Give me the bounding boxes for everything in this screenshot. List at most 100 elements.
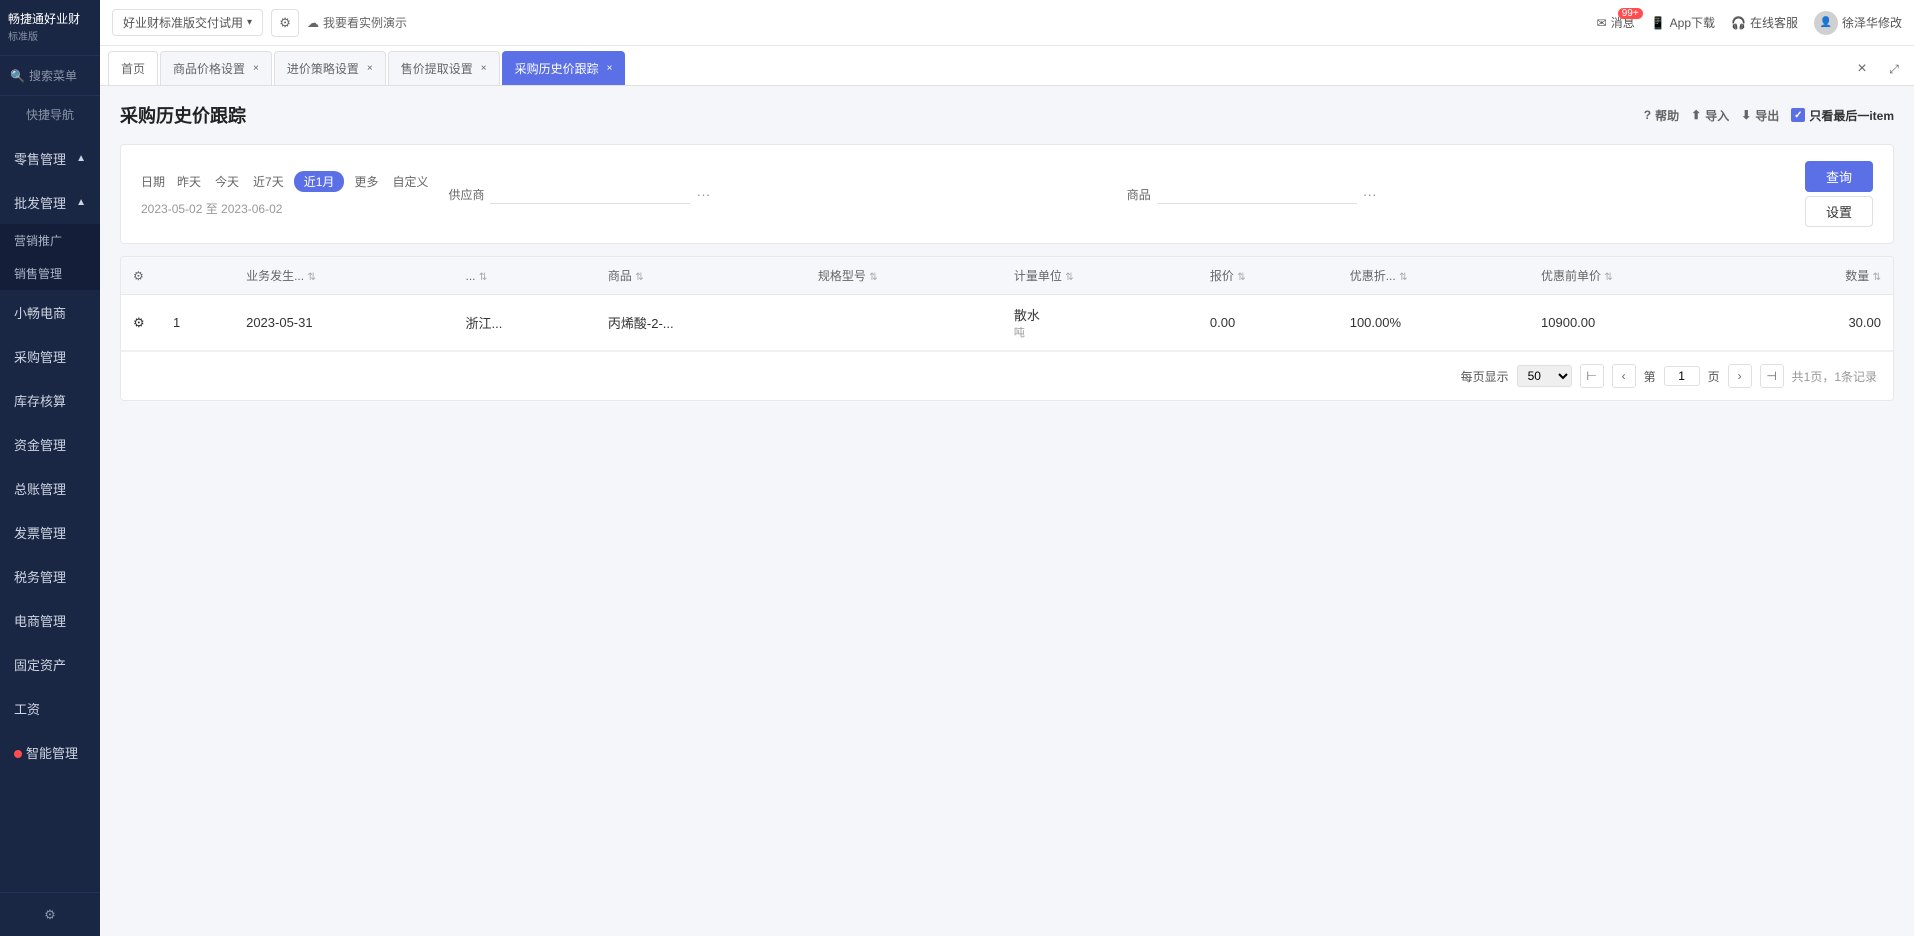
app-download-btn[interactable]: 📱 App下载 — [1651, 14, 1715, 31]
date-last7days[interactable]: 近7天 — [249, 171, 288, 192]
date-more[interactable]: 更多 — [350, 171, 382, 192]
tab-price-extract-close[interactable]: × — [481, 63, 487, 74]
tab-purchase-strategy-close[interactable]: × — [367, 63, 373, 74]
sort-dots[interactable]: ⇅ — [479, 272, 487, 283]
demo-button[interactable]: ☁ 我要看实例演示 — [307, 14, 407, 31]
sort-quantity[interactable]: ⇅ — [1873, 272, 1881, 283]
prev-page-btn[interactable]: ‹ — [1612, 364, 1636, 388]
help-icon: ? — [1644, 108, 1651, 122]
row-spec — [806, 295, 1002, 351]
tab-purchase-history[interactable]: 采购历史价跟踪 × — [502, 51, 626, 85]
sort-discount[interactable]: ⇅ — [1399, 272, 1407, 283]
checkbox-icon — [1791, 108, 1805, 122]
sidebar-item-purchase[interactable]: 采购管理 — [0, 334, 100, 378]
online-service-btn[interactable]: 🎧 在线客服 — [1731, 14, 1798, 31]
row-no: 1 — [161, 295, 234, 351]
row-unit: 散水吨 — [1002, 295, 1198, 351]
sidebar-item-invoice[interactable]: 发票管理 — [0, 510, 100, 554]
supplier-dots-btn[interactable]: ··· — [696, 186, 710, 202]
sidebar-search[interactable]: 🔍 搜索菜单 — [0, 56, 100, 96]
first-page-btn[interactable]: ⊢ — [1580, 364, 1604, 388]
messages-btn[interactable]: ✉ 消息 99+ — [1597, 14, 1635, 31]
table-header: ⚙ 业务发生... ⇅ ... ⇅ 商品 ⇅ — [121, 257, 1893, 295]
sidebar-gear-btn[interactable]: ⚙ — [0, 892, 100, 936]
settings-button[interactable]: 设置 — [1805, 196, 1873, 227]
sidebar-item-wholesale[interactable]: 批发管理 ▲ — [0, 180, 100, 224]
date-custom[interactable]: 自定义 — [388, 171, 432, 192]
sidebar-item-ecommerce-small[interactable]: 小畅电商 — [0, 290, 100, 334]
date-yesterday[interactable]: 昨天 — [173, 171, 205, 192]
table-header-row: ⚙ 业务发生... ⇅ ... ⇅ 商品 ⇅ — [121, 257, 1893, 295]
row-gear[interactable]: ⚙ — [121, 295, 161, 351]
smart-dot — [14, 750, 22, 758]
sidebar-item-tax[interactable]: 税务管理 — [0, 554, 100, 598]
data-table: ⚙ 业务发生... ⇅ ... ⇅ 商品 ⇅ — [121, 257, 1893, 351]
sidebar-item-sales[interactable]: 销售管理 — [0, 257, 100, 290]
tab-home[interactable]: 首页 — [108, 51, 158, 85]
tab-price-setting-close[interactable]: × — [253, 63, 259, 74]
page-title-actions: ? 帮助 ⬆ 导入 ⬇ 导出 只看最后一item — [1644, 107, 1894, 124]
sidebar-item-inventory[interactable]: 库存核算 — [0, 378, 100, 422]
sidebar-item-marketing[interactable]: 营销推广 — [0, 224, 100, 257]
query-button[interactable]: 查询 — [1805, 161, 1873, 192]
page-input[interactable] — [1664, 366, 1700, 386]
tab-price-setting[interactable]: 商品价格设置 × — [160, 51, 272, 85]
last-page-btn[interactable]: ⊣ — [1760, 364, 1784, 388]
pagination: 每页显示 10 20 50 100 ⊢ ‹ 第 页 › ⊣ 共1页，1条记录 — [121, 351, 1893, 400]
gear-icon[interactable]: ⚙ — [133, 269, 144, 283]
avatar: 👤 — [1814, 11, 1838, 35]
sort-product[interactable]: ⇅ — [635, 272, 643, 283]
table-body: ⚙ 1 2023-05-31 浙江... 丙烯酸-2-... 散水吨 0.00 … — [121, 295, 1893, 351]
sort-quote[interactable]: ⇅ — [1237, 272, 1245, 283]
only-last-toggle[interactable]: 只看最后一item — [1791, 107, 1894, 124]
tab-purchase-history-close[interactable]: × — [607, 63, 613, 74]
import-btn[interactable]: ⬆ 导入 — [1691, 107, 1729, 124]
export-btn[interactable]: ⬇ 导出 — [1741, 107, 1779, 124]
sort-pre-discount[interactable]: ⇅ — [1604, 272, 1612, 283]
app-edition: 标准版 — [8, 28, 80, 43]
row-quote: 0.00 — [1198, 295, 1338, 351]
per-page-select[interactable]: 10 20 50 100 — [1517, 365, 1572, 387]
sort-biz-date[interactable]: ⇅ — [307, 272, 315, 283]
product-input[interactable] — [1157, 185, 1357, 204]
tab-price-extract[interactable]: 售价提取设置 × — [388, 51, 500, 85]
sidebar-item-fixed-assets[interactable]: 固定资产 — [0, 642, 100, 686]
settings-btn[interactable]: ⚙ — [271, 9, 299, 37]
th-discount: 优惠折... ⇅ — [1338, 257, 1529, 295]
tab-purchase-strategy[interactable]: 进价策略设置 × — [274, 51, 386, 85]
sidebar-item-finance[interactable]: 资金管理 — [0, 422, 100, 466]
expand-tab-action[interactable]: ⤢ — [1882, 57, 1906, 81]
sort-spec[interactable]: ⇅ — [869, 272, 877, 283]
next-page-btn[interactable]: › — [1728, 364, 1752, 388]
date-last1month[interactable]: 近1月 — [294, 171, 345, 192]
date-today[interactable]: 今天 — [211, 171, 243, 192]
page-title: 采购历史价跟踪 — [120, 102, 246, 128]
th-dots: ... ⇅ — [454, 257, 596, 295]
supplier-input[interactable] — [490, 185, 690, 204]
tab-purchase-history-label: 采购历史价跟踪 — [515, 60, 599, 77]
sidebar: 畅捷通好业财 标准版 🔍 搜索菜单 快捷导航 零售管理 ▲ 批发管理 ▲ 营销推… — [0, 0, 100, 936]
sidebar-item-smart[interactable]: 智能管理 — [0, 730, 100, 774]
sidebar-quick-nav[interactable]: 快捷导航 — [0, 96, 100, 132]
sidebar-item-salary[interactable]: 工资 — [0, 686, 100, 730]
close-tab-action[interactable]: × — [1850, 57, 1874, 81]
supplier-filter: 供应商 ··· — [448, 185, 1110, 204]
help-btn[interactable]: ? 帮助 — [1644, 107, 1679, 124]
row-product: 丙烯酸-2-... — [596, 295, 806, 351]
th-product: 商品 ⇅ — [596, 257, 806, 295]
chevron-down-icon: ▾ — [247, 17, 252, 28]
page-content: 采购历史价跟踪 ? 帮助 ⬆ 导入 ⬇ 导出 只看最后一item — [100, 86, 1914, 936]
tab-price-setting-label: 商品价格设置 — [173, 60, 245, 77]
sidebar-item-general-ledger[interactable]: 总账管理 — [0, 466, 100, 510]
sort-unit[interactable]: ⇅ — [1065, 272, 1073, 283]
filter-panel: 日期 昨天 今天 近7天 近1月 更多 自定义 2023-05-02 至 202… — [120, 144, 1894, 244]
filter-row: 日期 昨天 今天 近7天 近1月 更多 自定义 2023-05-02 至 202… — [141, 161, 1873, 227]
page-header: 采购历史价跟踪 ? 帮助 ⬆ 导入 ⬇ 导出 只看最后一item — [120, 102, 1894, 128]
version-selector[interactable]: 好业财标准版交付试用 ▾ — [112, 9, 263, 36]
supplier-label: 供应商 — [448, 186, 484, 203]
sidebar-item-ecommerce[interactable]: 电商管理 — [0, 598, 100, 642]
user-menu-btn[interactable]: 👤 徐泽华修改 — [1814, 11, 1902, 35]
total-info: 共1页，1条记录 — [1792, 368, 1877, 385]
product-dots-btn[interactable]: ··· — [1363, 186, 1377, 202]
sidebar-item-retail[interactable]: 零售管理 ▲ — [0, 136, 100, 180]
